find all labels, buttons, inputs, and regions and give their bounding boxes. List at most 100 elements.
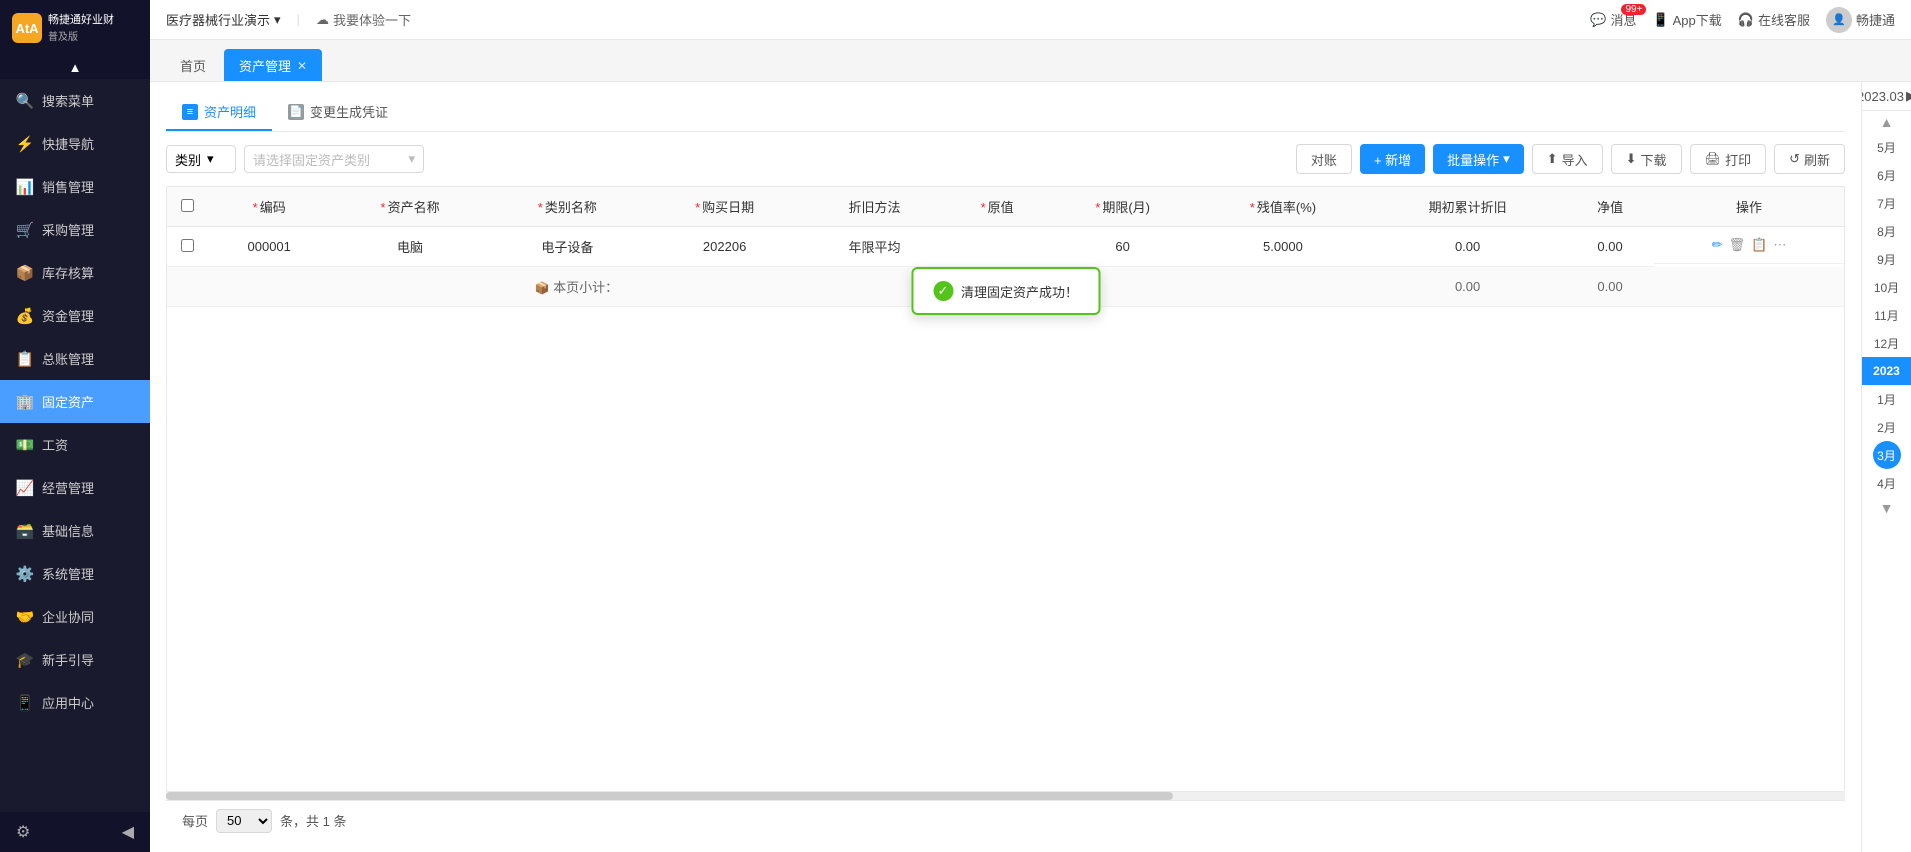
month-7[interactable]: 7月 xyxy=(1862,189,1911,217)
collapse-icon[interactable]: ◀ xyxy=(122,822,134,842)
page-content: ≡ 资产明细 📄 变更生成凭证 类别 ▾ 请选择固定资产类别 xyxy=(150,82,1861,852)
experience-label: 我要体验一下 xyxy=(333,10,411,29)
sidebar-item-search[interactable]: 🔍 搜索菜单 xyxy=(0,79,150,122)
category-dropdown-icon: ▾ xyxy=(207,151,214,167)
sidebar-item-apps[interactable]: 📱 应用中心 xyxy=(0,681,150,724)
category-value-filter[interactable]: 请选择固定资产类别 ▾ xyxy=(244,145,424,173)
quicknav-icon: ⚡ xyxy=(16,135,34,153)
delete-icon[interactable]: 🗑 xyxy=(1729,237,1746,253)
sidebar-item-quicknav[interactable]: ⚡ 快捷导航 xyxy=(0,122,150,165)
edit-icon[interactable]: ✏ xyxy=(1712,237,1723,253)
print-button[interactable]: 🖨 打印 xyxy=(1690,144,1767,174)
experience-button[interactable]: ☁ 我要体验一下 xyxy=(316,10,411,29)
subtotal-operations xyxy=(1654,267,1844,307)
reconcile-label: 对账 xyxy=(1311,150,1337,169)
logo-text: 畅捷通好业财 xyxy=(48,13,114,27)
month-2[interactable]: 2月 xyxy=(1862,413,1911,441)
inventory-icon: 📦 xyxy=(16,264,34,282)
import-button[interactable]: ⬆ 导入 xyxy=(1532,144,1603,174)
sidebar-item-funds[interactable]: 💰 资金管理 xyxy=(0,294,150,337)
sidebar-item-system[interactable]: ⚙️ 系统管理 xyxy=(0,552,150,595)
logo-text-block: 畅捷通好业财 普及版 xyxy=(48,13,114,42)
sidebar-item-label: 经营管理 xyxy=(42,478,94,497)
sub-tab-voucher[interactable]: 📄 变更生成凭证 xyxy=(272,94,404,131)
month-8[interactable]: 8月 xyxy=(1862,217,1911,245)
copy-icon[interactable]: 📋 xyxy=(1751,237,1767,253)
th-net-value: 净值 xyxy=(1566,187,1654,227)
tab-asset[interactable]: 资产管理 ✕ xyxy=(224,49,322,81)
category-filter[interactable]: 类别 ▾ xyxy=(166,145,236,173)
th-depreciation-method: 折旧方法 xyxy=(803,187,945,227)
th-name: *资产名称 xyxy=(331,187,488,227)
sidebar-item-guide[interactable]: 🎓 新手引导 xyxy=(0,638,150,681)
import-label: 导入 xyxy=(1562,150,1588,169)
search-icon: 🔍 xyxy=(16,92,34,110)
category-value-dropdown-icon: ▾ xyxy=(408,151,415,167)
sidebar-item-ops[interactable]: 📈 经营管理 xyxy=(0,466,150,509)
row-checkbox-cell xyxy=(167,227,207,267)
company-name: 医疗器械行业演示 xyxy=(166,10,270,29)
tab-close-icon[interactable]: ✕ xyxy=(297,59,307,73)
sidebar-item-purchase[interactable]: 🛒 采购管理 xyxy=(0,208,150,251)
sidebar-item-payroll[interactable]: 💵 工资 xyxy=(0,423,150,466)
tab-home[interactable]: 首页 xyxy=(166,49,220,81)
sub-tabs: ≡ 资产明细 📄 变更生成凭证 xyxy=(166,94,1845,132)
app-download-button[interactable]: 📱 App下载 xyxy=(1652,10,1721,29)
sidebar-scroll-up[interactable]: ▲ xyxy=(0,56,150,79)
sidebar-item-fixed[interactable]: 🏢 固定资产 xyxy=(0,380,150,423)
th-code: *编码 xyxy=(207,187,331,227)
row-operations[interactable]: ✏ 🗑 📋 ⋯ xyxy=(1654,227,1844,264)
username-label: 畅捷通 xyxy=(1856,10,1895,29)
calendar-nav-up[interactable]: ▲ xyxy=(1862,111,1911,133)
sidebar-item-label: 固定资产 xyxy=(42,392,94,411)
table-scrollbar[interactable] xyxy=(166,792,1845,800)
table-row: 000001 电脑 电子设备 202206 年限平均 60 5.0000 0.0… xyxy=(167,227,1844,267)
month-10[interactable]: 10月 xyxy=(1862,273,1911,301)
refresh-label: 刷新 xyxy=(1804,150,1830,169)
year-2023-marker[interactable]: 2023 xyxy=(1862,357,1911,385)
settings-icon[interactable]: ⚙ xyxy=(16,822,30,842)
row-checkbox[interactable] xyxy=(181,239,194,252)
month-3-active[interactable]: 3月 xyxy=(1873,441,1901,469)
company-dropdown-icon: ▾ xyxy=(274,12,281,28)
sidebar-item-inventory[interactable]: 📦 库存核算 xyxy=(0,251,150,294)
page-size-select[interactable]: 50 100 200 xyxy=(216,809,272,833)
calendar-nav-down[interactable]: ▼ xyxy=(1862,497,1911,519)
month-6[interactable]: 6月 xyxy=(1862,161,1911,189)
sidebar-item-basic[interactable]: 🗃️ 基础信息 xyxy=(0,509,150,552)
select-all-checkbox[interactable] xyxy=(181,199,194,212)
subtotal-period-accum-depr: 0.00 xyxy=(1369,267,1566,307)
calendar-header[interactable]: 2023.03 ▶ xyxy=(1862,82,1911,111)
sidebar-item-label: 工资 xyxy=(42,435,68,454)
batch-button[interactable]: 批量操作 ▾ xyxy=(1433,144,1524,174)
month-11[interactable]: 11月 xyxy=(1862,301,1911,329)
subtotal-label: 📦 本页小计： xyxy=(207,267,946,307)
month-5[interactable]: 5月 xyxy=(1862,133,1911,161)
user-avatar-button[interactable]: 👤 畅捷通 xyxy=(1826,7,1895,33)
download-toolbar-icon: ⬇ xyxy=(1626,151,1637,167)
topbar-divider: | xyxy=(297,12,300,27)
company-selector[interactable]: 医疗器械行业演示 ▾ xyxy=(166,10,281,29)
month-9[interactable]: 9月 xyxy=(1862,245,1911,273)
month-1[interactable]: 1月 xyxy=(1862,385,1911,413)
online-service-button[interactable]: 🎧 在线客服 xyxy=(1738,10,1810,29)
new-button[interactable]: + 新增 xyxy=(1360,144,1425,174)
month-12[interactable]: 12月 xyxy=(1862,329,1911,357)
refresh-button[interactable]: ↺ 刷新 xyxy=(1774,144,1845,174)
sidebar-item-collab[interactable]: 🤝 企业协同 xyxy=(0,595,150,638)
download-button[interactable]: ⬇ 下载 xyxy=(1611,144,1682,174)
th-period-accum-depr: 期初累计折旧 xyxy=(1369,187,1566,227)
messages-button[interactable]: 💬 消息 99+ xyxy=(1590,10,1636,29)
more-icon[interactable]: ⋯ xyxy=(1773,237,1786,253)
row-original-value xyxy=(946,227,1049,267)
sidebar-item-ledger[interactable]: 📋 总账管理 xyxy=(0,337,150,380)
reconcile-button[interactable]: 对账 xyxy=(1296,144,1352,174)
subtotal-residual-rate xyxy=(1197,267,1369,307)
sub-tab-asset-detail[interactable]: ≡ 资产明细 xyxy=(166,94,272,131)
month-4[interactable]: 4月 xyxy=(1862,469,1911,497)
th-category: *类别名称 xyxy=(489,187,646,227)
message-badge: 99+ xyxy=(1621,4,1646,15)
collab-icon: 🤝 xyxy=(16,608,34,626)
table-scrollbar-thumb[interactable] xyxy=(166,792,1173,800)
sidebar-item-sales[interactable]: 📊 销售管理 xyxy=(0,165,150,208)
